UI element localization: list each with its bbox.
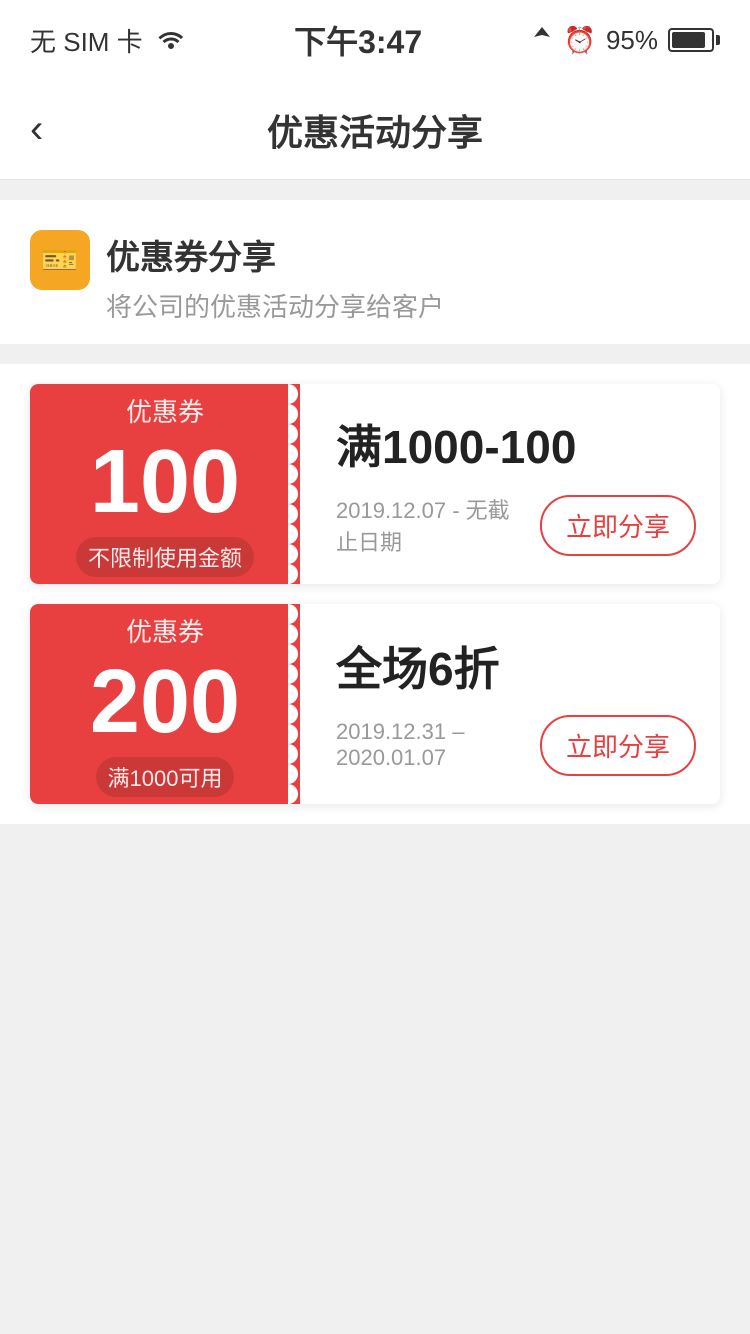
coupon-type-label: 优惠券: [126, 392, 204, 429]
location-icon: [530, 25, 554, 56]
time-display: 下午3:47: [294, 17, 422, 63]
coupon-card: 优惠券 200 满1000可用 全场6折 2019.12.31 – 2020.0…: [30, 604, 720, 804]
section-text: 优惠券分享 将公司的优惠活动分享给客户: [106, 230, 444, 324]
coupon-list: 优惠券 100 不限制使用金额 满1000-100 2019.12.07 - 无…: [0, 364, 750, 824]
section-header: 🎫 优惠券分享 将公司的优惠活动分享给客户: [0, 200, 750, 344]
carrier-label: 无 SIM 卡: [30, 22, 143, 59]
section-icon: 🎫: [30, 230, 90, 290]
bottom-area: [0, 824, 750, 1224]
coupon-meta: 2019.12.31 – 2020.01.07 立即分享: [336, 715, 696, 776]
status-left: 无 SIM 卡: [30, 22, 187, 59]
share-button-2[interactable]: 立即分享: [540, 715, 696, 776]
coupon-name: 全场6折: [336, 633, 696, 699]
wifi-icon: [155, 25, 187, 56]
coupon-condition: 满1000可用: [96, 757, 235, 797]
section-title: 优惠券分享: [106, 230, 444, 279]
section-subtitle: 将公司的优惠活动分享给客户: [106, 287, 444, 324]
alarm-icon: ⏰: [564, 25, 596, 56]
coupon-type-label: 优惠券: [126, 612, 204, 649]
coupon-date: 2019.12.07 - 无截止日期: [336, 493, 530, 557]
battery-icon: [668, 28, 720, 52]
page-title: 优惠活动分享: [267, 104, 483, 156]
nav-bar: ‹ 优惠活动分享: [0, 80, 750, 180]
share-button-1[interactable]: 立即分享: [540, 495, 696, 556]
coupon-meta: 2019.12.07 - 无截止日期 立即分享: [336, 493, 696, 557]
battery-percent: 95%: [606, 25, 658, 56]
coupon-card: 优惠券 100 不限制使用金额 满1000-100 2019.12.07 - 无…: [30, 384, 720, 584]
coupon-condition: 不限制使用金额: [76, 537, 254, 577]
status-bar: 无 SIM 卡 下午3:47 ⏰ 95%: [0, 0, 750, 80]
coupon-amount: 100: [90, 437, 240, 527]
coupon-amount: 200: [90, 657, 240, 747]
status-right: ⏰ 95%: [530, 25, 720, 56]
back-button[interactable]: ‹: [30, 107, 43, 152]
coupon-date: 2019.12.31 – 2020.01.07: [336, 719, 530, 771]
coupon-name: 满1000-100: [336, 411, 696, 477]
